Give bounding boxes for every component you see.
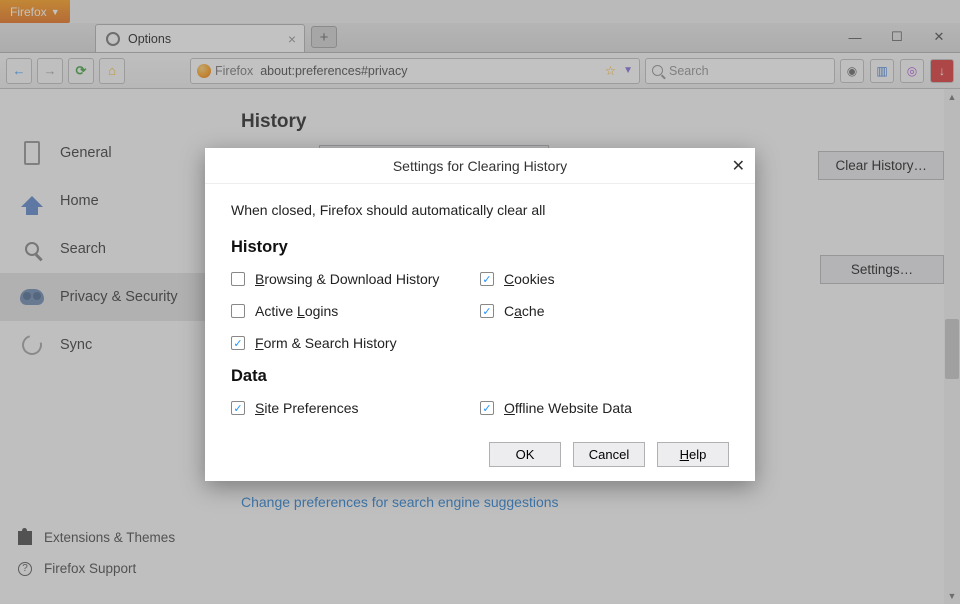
clear-history-dialog: Settings for Clearing History ✕ When clo… <box>205 148 755 481</box>
section-history-heading: History <box>231 238 729 257</box>
checkbox-icon <box>480 304 494 318</box>
section-data-heading: Data <box>231 367 729 386</box>
help-button[interactable]: Help <box>657 442 729 467</box>
checkbox-form-search[interactable]: Form & Search History <box>231 335 480 351</box>
checkbox-site-preferences[interactable]: Site Preferences <box>231 400 480 416</box>
checkbox-icon <box>480 401 494 415</box>
checkbox-offline-data[interactable]: Offline Website Data <box>480 400 729 416</box>
checkbox-icon <box>231 336 245 350</box>
ok-button[interactable]: OK <box>489 442 561 467</box>
dialog-title: Settings for Clearing History <box>393 158 567 174</box>
dialog-intro: When closed, Firefox should automaticall… <box>231 202 729 218</box>
checkbox-cookies[interactable]: Cookies <box>480 271 729 287</box>
checkbox-icon <box>231 272 245 286</box>
dialog-close-button[interactable]: ✕ <box>732 156 745 176</box>
checkbox-icon <box>231 304 245 318</box>
checkbox-cache[interactable]: Cache <box>480 303 729 319</box>
checkbox-browsing-history[interactable]: Browsing & Download History <box>231 271 480 287</box>
checkbox-active-logins[interactable]: Active Logins <box>231 303 480 319</box>
checkbox-icon <box>231 401 245 415</box>
dialog-titlebar: Settings for Clearing History ✕ <box>205 148 755 184</box>
checkbox-icon <box>480 272 494 286</box>
cancel-button[interactable]: Cancel <box>573 442 645 467</box>
